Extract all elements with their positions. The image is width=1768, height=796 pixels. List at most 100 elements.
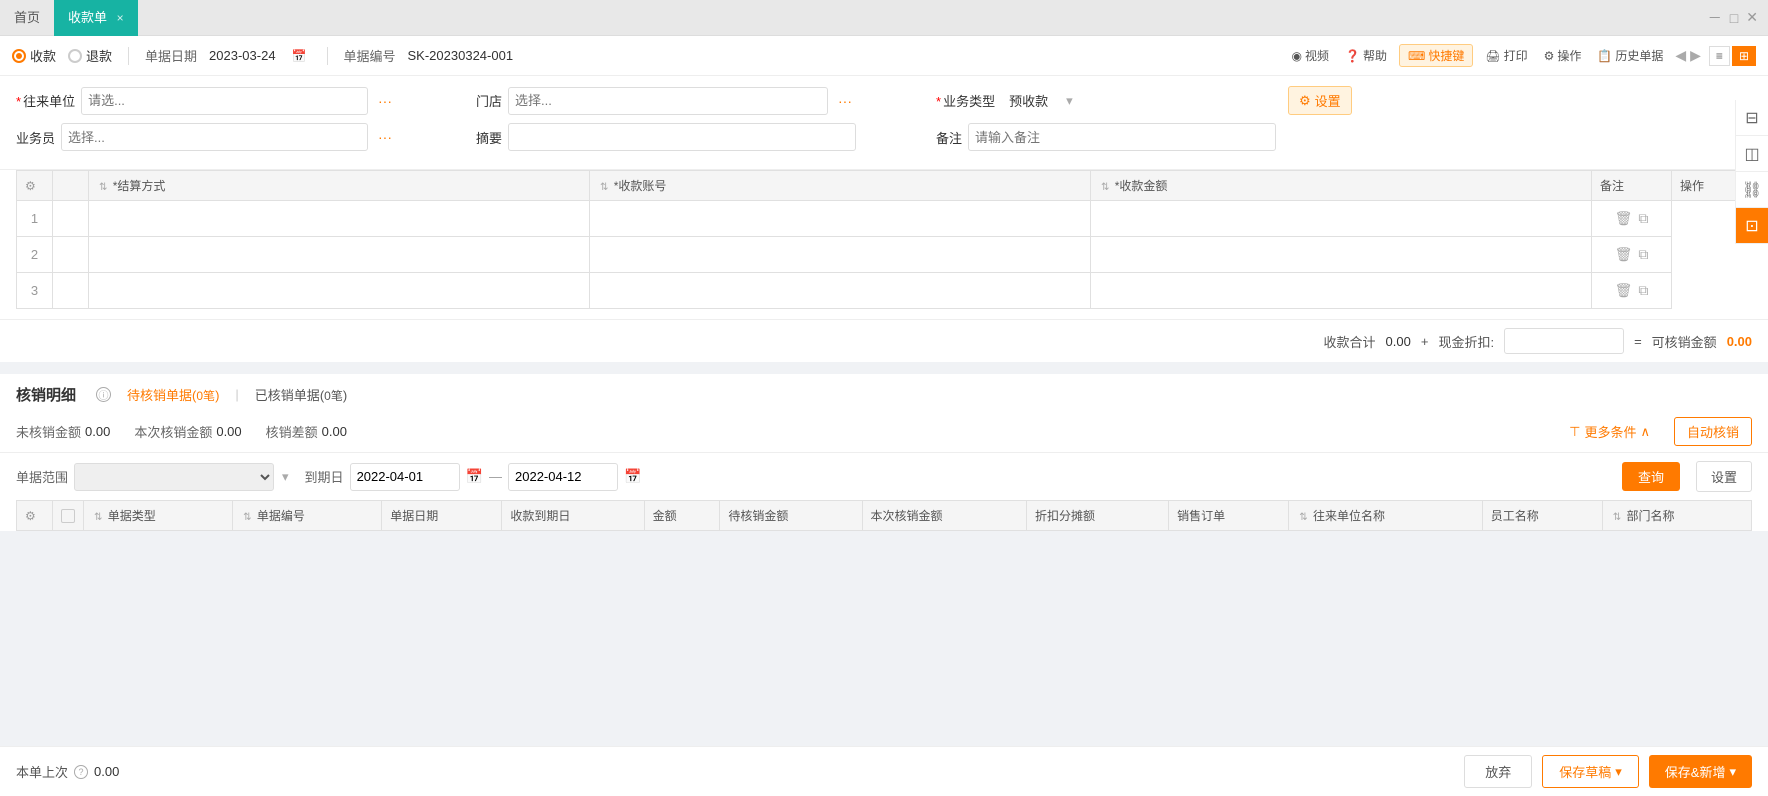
tab-receipt[interactable]: 收款单 ×: [54, 0, 138, 36]
cal-from-icon[interactable]: 📅: [466, 468, 483, 485]
plus-label: +: [1421, 334, 1429, 349]
next-arrow[interactable]: ▶: [1690, 47, 1701, 64]
right-panel-scan-btn[interactable]: ⊡: [1736, 208, 1768, 244]
counterparty-input[interactable]: [81, 87, 368, 115]
refund-mode-radio[interactable]: 退款: [68, 46, 112, 65]
counterparty-more-btn[interactable]: ···: [374, 93, 396, 109]
table-settings-gear[interactable]: ⚙: [25, 179, 36, 193]
row-3-action: 🗑 ⧉: [1592, 273, 1672, 309]
discard-btn[interactable]: 放弃: [1464, 755, 1532, 788]
cal-to-icon[interactable]: 📅: [624, 468, 641, 485]
row-1-action: 🗑 ⧉: [1592, 201, 1672, 237]
right-panel-table-btn[interactable]: ⊟: [1736, 100, 1768, 136]
date-separator: —: [489, 469, 502, 484]
receipt-mode-radio[interactable]: 收款: [12, 46, 56, 65]
video-btn[interactable]: ◉ 视频: [1288, 45, 1334, 66]
bottom-left: 本单上次 ? 0.00: [16, 762, 119, 781]
query-btn[interactable]: 查询: [1622, 462, 1680, 491]
verification-info-icon[interactable]: ⓘ: [96, 387, 111, 402]
draft-dropdown-icon[interactable]: ▾: [1615, 764, 1622, 780]
form-area: *往来单位 ··· 门店 ··· *业务类型 预收款 ▾ ⚙ 设置 业务员 ··…: [0, 76, 1768, 170]
row-3-amount[interactable]: [590, 273, 1091, 309]
chevron-up-icon: ∧: [1640, 424, 1650, 440]
col-note: 备注: [1592, 171, 1672, 201]
current-amount-value: 0.00: [216, 424, 241, 439]
row-2-copy-icon[interactable]: ⧉: [1638, 246, 1648, 263]
select-all-checkbox[interactable]: [61, 509, 75, 523]
row-1-delete-icon[interactable]: 🗑: [1615, 210, 1633, 227]
row-3-account[interactable]: [89, 273, 590, 309]
range-filter-field: 单据范围 ▾: [16, 463, 289, 491]
prev-arrow[interactable]: ◀: [1675, 47, 1686, 64]
row-1-settle[interactable]: [53, 201, 89, 237]
discount-input[interactable]: [1504, 328, 1624, 354]
summary-input[interactable]: [508, 123, 856, 151]
minimize-button[interactable]: －: [1708, 8, 1722, 28]
col-settings: ⚙: [17, 171, 53, 201]
help-btn[interactable]: ❓ 帮助: [1341, 45, 1391, 66]
done-tab[interactable]: 已核销单据(0笔): [255, 385, 347, 404]
close-window-button[interactable]: ✕: [1746, 9, 1758, 26]
summary-field: 摘要: [476, 123, 856, 151]
date-from-input[interactable]: [350, 463, 460, 491]
counterparty-field: *往来单位 ···: [16, 87, 396, 115]
row-3-note[interactable]: [1091, 273, 1592, 309]
list-layout-btn[interactable]: ≡: [1709, 46, 1730, 66]
unverified-value: 0.00: [85, 424, 110, 439]
note-input[interactable]: [968, 123, 1276, 151]
more-conditions-btn[interactable]: ⊤ 更多条件 ∧: [1569, 422, 1650, 441]
save-dropdown-icon[interactable]: ▾: [1729, 764, 1736, 780]
row-1-note[interactable]: [1091, 201, 1592, 237]
salesperson-input[interactable]: [61, 123, 368, 151]
row-3-delete-icon[interactable]: 🗑: [1615, 282, 1633, 299]
auto-clear-btn[interactable]: 自动核销: [1674, 417, 1752, 446]
range-dropdown-icon[interactable]: ▾: [282, 469, 289, 485]
bottom-info-icon[interactable]: ?: [74, 765, 88, 779]
calendar-icon[interactable]: 📅: [288, 47, 311, 65]
operation-btn[interactable]: ⚙ 操作: [1540, 45, 1586, 66]
available-value: 0.00: [1727, 334, 1752, 349]
tab-close-icon[interactable]: ×: [117, 11, 124, 25]
save-new-btn[interactable]: 保存&新增 ▾: [1649, 755, 1752, 788]
row-1-amount[interactable]: [590, 201, 1091, 237]
date-to-input[interactable]: [508, 463, 618, 491]
tab-home[interactable]: 首页: [0, 0, 54, 36]
store-label: 门店: [476, 91, 502, 110]
business-type-dropdown[interactable]: ▾: [1066, 93, 1073, 109]
print-btn[interactable]: 🖨 打印: [1481, 45, 1531, 66]
divider-2: [327, 47, 328, 65]
shortcut-btn[interactable]: ⌨ 快捷键: [1399, 44, 1473, 67]
right-panel-doc-btn[interactable]: ◫: [1736, 136, 1768, 172]
sub-col-doc-type: ⇅ 单据类型: [84, 501, 233, 531]
save-draft-btn[interactable]: 保存草稿 ▾: [1542, 755, 1639, 788]
row-2-delete-icon[interactable]: 🗑: [1615, 246, 1633, 263]
sub-col-amount: 金额: [644, 501, 720, 531]
row-1-account[interactable]: [89, 201, 590, 237]
form-settings-btn[interactable]: ⚙ 设置: [1288, 86, 1352, 115]
layout-buttons: ≡ ⊞: [1709, 46, 1756, 66]
row-2-settle[interactable]: [53, 237, 89, 273]
store-input[interactable]: [508, 87, 828, 115]
grid-layout-btn[interactable]: ⊞: [1732, 46, 1756, 66]
summary-row: 收款合计 0.00 + 现金折扣: = 可核销金额 0.00: [0, 319, 1768, 362]
right-panel-link-btn[interactable]: ⛓: [1736, 172, 1768, 208]
sub-col-settings: ⚙: [17, 501, 53, 531]
salesperson-more-btn[interactable]: ···: [374, 129, 396, 145]
row-3-copy-icon[interactable]: ⧉: [1638, 282, 1648, 299]
doc-no-label: 单据编号: [344, 46, 396, 65]
store-more-btn[interactable]: ···: [834, 93, 856, 109]
row-2-amount[interactable]: [590, 237, 1091, 273]
range-select[interactable]: [74, 463, 274, 491]
row-3-settle[interactable]: [53, 273, 89, 309]
row-2-account[interactable]: [89, 237, 590, 273]
row-1-copy-icon[interactable]: ⧉: [1638, 210, 1648, 227]
history-btn[interactable]: 📋 历史单据: [1593, 45, 1667, 66]
filter-icon: ⊤: [1569, 424, 1580, 440]
pending-tab[interactable]: 待核销单据(0笔): [127, 385, 219, 404]
sub-table-gear[interactable]: ⚙: [25, 509, 36, 523]
toolbar-right: ◉ 视频 ❓ 帮助 ⌨ 快捷键 🖨 打印 ⚙ 操作 📋 历史单据 ◀ ▶ ≡ ⊞: [1288, 44, 1756, 67]
maximize-button[interactable]: □: [1730, 10, 1738, 26]
row-2-note[interactable]: [1091, 237, 1592, 273]
filter-settings-btn[interactable]: 设置: [1696, 461, 1752, 492]
table-row: 3 🗑 ⧉: [17, 273, 1752, 309]
